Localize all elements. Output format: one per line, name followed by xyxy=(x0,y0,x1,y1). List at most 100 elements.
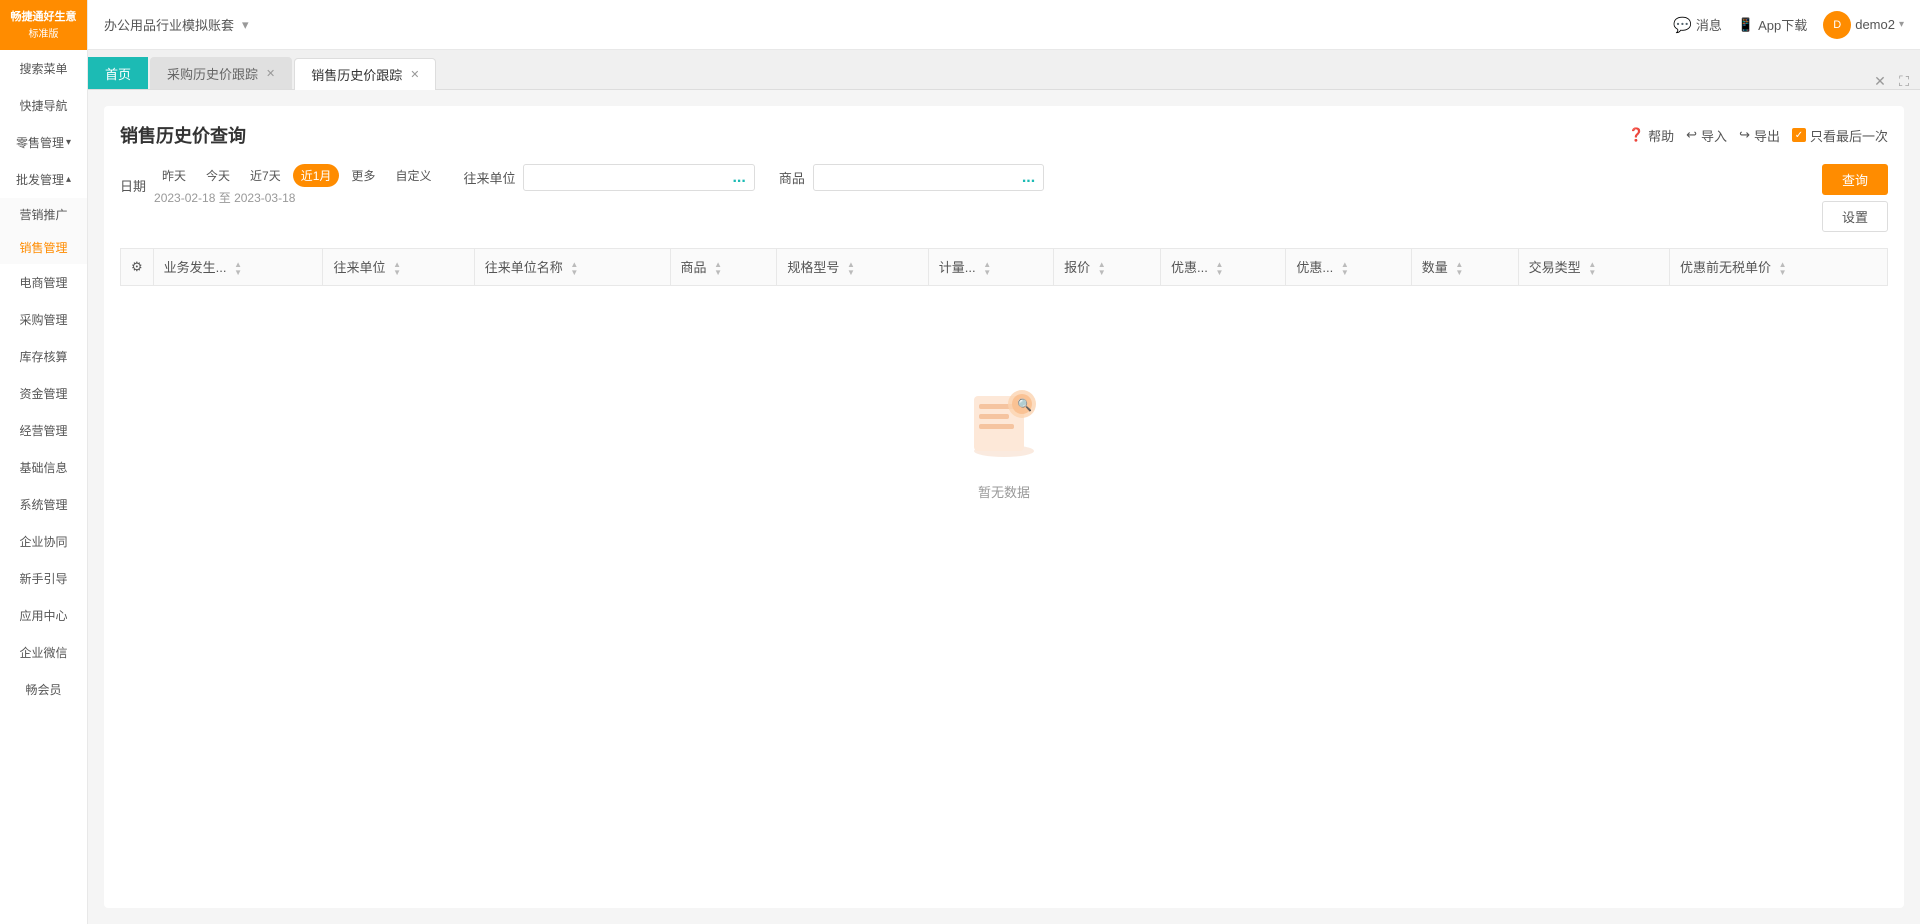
product-input[interactable] xyxy=(814,165,1014,190)
sidebar-item-sales[interactable]: 销售管理 xyxy=(0,231,87,264)
tab-home[interactable]: 首页 xyxy=(88,57,148,89)
page-header: 销售历史价查询 ❓ 帮助 ↩ 导入 ↪ 导出 xyxy=(120,122,1888,148)
help-label: 帮助 xyxy=(1648,126,1674,145)
sidebar-item-inventory[interactable]: 库存核算 xyxy=(0,338,87,375)
tab-purchase-close[interactable]: ✕ xyxy=(266,67,275,80)
sidebar-item-operations[interactable]: 经营管理 xyxy=(0,412,87,449)
sidebar-item-member[interactable]: 畅会员 xyxy=(0,671,87,708)
close-window-btn[interactable]: ✕ xyxy=(1872,73,1888,89)
help-icon: ❓ xyxy=(1628,127,1644,143)
sidebar-item-basic-info[interactable]: 基础信息 xyxy=(0,449,87,486)
date-opt-today[interactable]: 今天 xyxy=(198,164,238,187)
date-opt-yesterday[interactable]: 昨天 xyxy=(154,164,194,187)
sidebar-item-marketing[interactable]: 营销推广 xyxy=(0,198,87,231)
column-spec[interactable]: 规格型号 ▲▼ xyxy=(777,249,928,286)
message-btn[interactable]: 💬 消息 xyxy=(1673,15,1722,34)
column-qty[interactable]: 数量 ▲▼ xyxy=(1411,249,1518,286)
sort-icon-discount2: ▲▼ xyxy=(1341,261,1349,277)
sidebar: 畅捷通好生意 标准版 搜索菜单 快捷导航 零售管理 ▾ 批发管理 ▴ 营销推广 … xyxy=(0,0,88,924)
partner-filter-group: 往来单位 ... xyxy=(463,164,754,191)
user-name: demo2 xyxy=(1855,17,1895,32)
avatar: D xyxy=(1823,11,1851,39)
date-options: 昨天 今天 近7天 近1月 更多 自定义 xyxy=(154,164,439,187)
app-download-btn[interactable]: 📱 App下载 xyxy=(1738,15,1807,34)
date-opt-custom[interactable]: 自定义 xyxy=(387,164,439,187)
window-controls: ✕ ⛶ xyxy=(1872,73,1920,89)
tab-purchase-label: 采购历史价跟踪 xyxy=(167,64,258,83)
date-opt-7days[interactable]: 近7天 xyxy=(242,164,289,187)
import-icon: ↩ xyxy=(1686,127,1697,143)
sidebar-item-retail[interactable]: 零售管理 ▾ xyxy=(0,124,87,161)
import-btn[interactable]: ↩ 导入 xyxy=(1686,126,1727,145)
sidebar-item-quicknav[interactable]: 快捷导航 xyxy=(0,87,87,124)
sidebar-item-finance[interactable]: 资金管理 xyxy=(0,375,87,412)
user-menu[interactable]: D demo2 ▾ xyxy=(1823,11,1904,39)
data-table: ⚙ 业务发生... ▲▼ 往来单位 ▲▼ 往来单位名称 ▲▼ xyxy=(120,248,1888,286)
column-gear[interactable]: ⚙ xyxy=(121,249,154,286)
tab-sales-label: 销售历史价跟踪 xyxy=(311,65,402,84)
tab-sales-history[interactable]: 销售历史价跟踪 ✕ xyxy=(294,58,436,90)
sidebar-item-search[interactable]: 搜索菜单 xyxy=(0,50,87,87)
message-icon: 💬 xyxy=(1673,16,1692,34)
col-spec-label: 规格型号 xyxy=(787,260,839,275)
export-btn[interactable]: ↪ 导出 xyxy=(1739,126,1780,145)
app-logo: 畅捷通好生意 标准版 xyxy=(0,0,87,50)
column-biz-date[interactable]: 业务发生... ▲▼ xyxy=(153,249,323,286)
date-range-display: 2023-02-18 至 2023-03-18 xyxy=(154,189,439,206)
user-dropdown-arrow: ▾ xyxy=(1899,19,1904,30)
sort-icon-pretax-price: ▲▼ xyxy=(1779,261,1787,277)
chevron-up-icon: ▴ xyxy=(66,174,71,185)
col-biz-date-label: 业务发生... xyxy=(164,260,227,275)
chevron-down-icon: ▾ xyxy=(66,137,71,148)
help-btn[interactable]: ❓ 帮助 xyxy=(1628,126,1674,145)
page-actions: ❓ 帮助 ↩ 导入 ↪ 导出 只看最后一次 xyxy=(1628,126,1888,145)
partner-input[interactable] xyxy=(524,165,724,190)
column-pretax-price[interactable]: 优惠前无税单价 ▲▼ xyxy=(1669,249,1887,286)
column-trade-type[interactable]: 交易类型 ▲▼ xyxy=(1518,249,1669,286)
sort-icon-unit: ▲▼ xyxy=(983,261,991,277)
sidebar-item-guide[interactable]: 新手引导 xyxy=(0,560,87,597)
maximize-window-btn[interactable]: ⛶ xyxy=(1896,73,1912,89)
download-icon: 📱 xyxy=(1738,17,1754,33)
sidebar-item-retail-label: 零售管理 xyxy=(16,134,64,151)
settings-button[interactable]: 设置 xyxy=(1822,201,1888,232)
column-partner-name[interactable]: 往来单位名称 ▲▼ xyxy=(474,249,670,286)
col-partner-name-label: 往来单位名称 xyxy=(485,260,563,275)
only-last-checkbox-label[interactable]: 只看最后一次 xyxy=(1792,126,1888,145)
sidebar-item-appcenter[interactable]: 应用中心 xyxy=(0,597,87,634)
only-last-checkbox[interactable] xyxy=(1792,128,1806,142)
column-partner-code[interactable]: 往来单位 ▲▼ xyxy=(323,249,474,286)
tab-sales-close[interactable]: ✕ xyxy=(410,68,419,81)
sidebar-item-system[interactable]: 系统管理 xyxy=(0,486,87,523)
col-partner-code-label: 往来单位 xyxy=(333,260,385,275)
date-opt-1month[interactable]: 近1月 xyxy=(293,164,340,187)
column-discount2[interactable]: 优惠... ▲▼ xyxy=(1286,249,1411,286)
sidebar-item-purchase[interactable]: 采购管理 xyxy=(0,301,87,338)
sort-icon-partner-code: ▲▼ xyxy=(393,261,401,277)
column-quote[interactable]: 报价 ▲▼ xyxy=(1054,249,1161,286)
tab-purchase-history[interactable]: 采购历史价跟踪 ✕ xyxy=(150,57,292,89)
export-label: 导出 xyxy=(1754,126,1780,145)
sidebar-item-collab[interactable]: 企业协同 xyxy=(0,523,87,560)
sidebar-item-ecommerce[interactable]: 电商管理 xyxy=(0,264,87,301)
col-product-label: 商品 xyxy=(681,260,707,275)
page-card: 销售历史价查询 ❓ 帮助 ↩ 导入 ↪ 导出 xyxy=(104,106,1904,908)
logo-text: 畅捷通好生意 xyxy=(11,10,77,24)
industry-dropdown-icon[interactable]: ▾ xyxy=(242,17,249,33)
export-icon: ↪ xyxy=(1739,127,1750,143)
main-area: 办公用品行业模拟账套 ▾ 💬 消息 📱 App下载 D demo2 ▾ 首页 采… xyxy=(88,0,1920,924)
partner-lookup-btn[interactable]: ... xyxy=(724,169,753,187)
sidebar-item-wholesale[interactable]: 批发管理 ▴ xyxy=(0,161,87,198)
col-quote-label: 报价 xyxy=(1064,260,1090,275)
column-discount1[interactable]: 优惠... ▲▼ xyxy=(1161,249,1286,286)
date-opt-more[interactable]: 更多 xyxy=(343,164,383,187)
sidebar-item-wechat[interactable]: 企业微信 xyxy=(0,634,87,671)
column-unit[interactable]: 计量... ▲▼ xyxy=(928,249,1053,286)
query-button[interactable]: 查询 xyxy=(1822,164,1888,195)
column-product[interactable]: 商品 ▲▼ xyxy=(670,249,777,286)
sort-icon-trade-type: ▲▼ xyxy=(1588,261,1596,277)
product-lookup-btn[interactable]: ... xyxy=(1014,169,1043,187)
date-filter-group: 日期 昨天 今天 近7天 近1月 更多 自定义 2023-02-18 至 202… xyxy=(120,164,439,206)
gear-icon: ⚙ xyxy=(131,259,143,274)
industry-selector-label[interactable]: 办公用品行业模拟账套 xyxy=(104,15,234,34)
